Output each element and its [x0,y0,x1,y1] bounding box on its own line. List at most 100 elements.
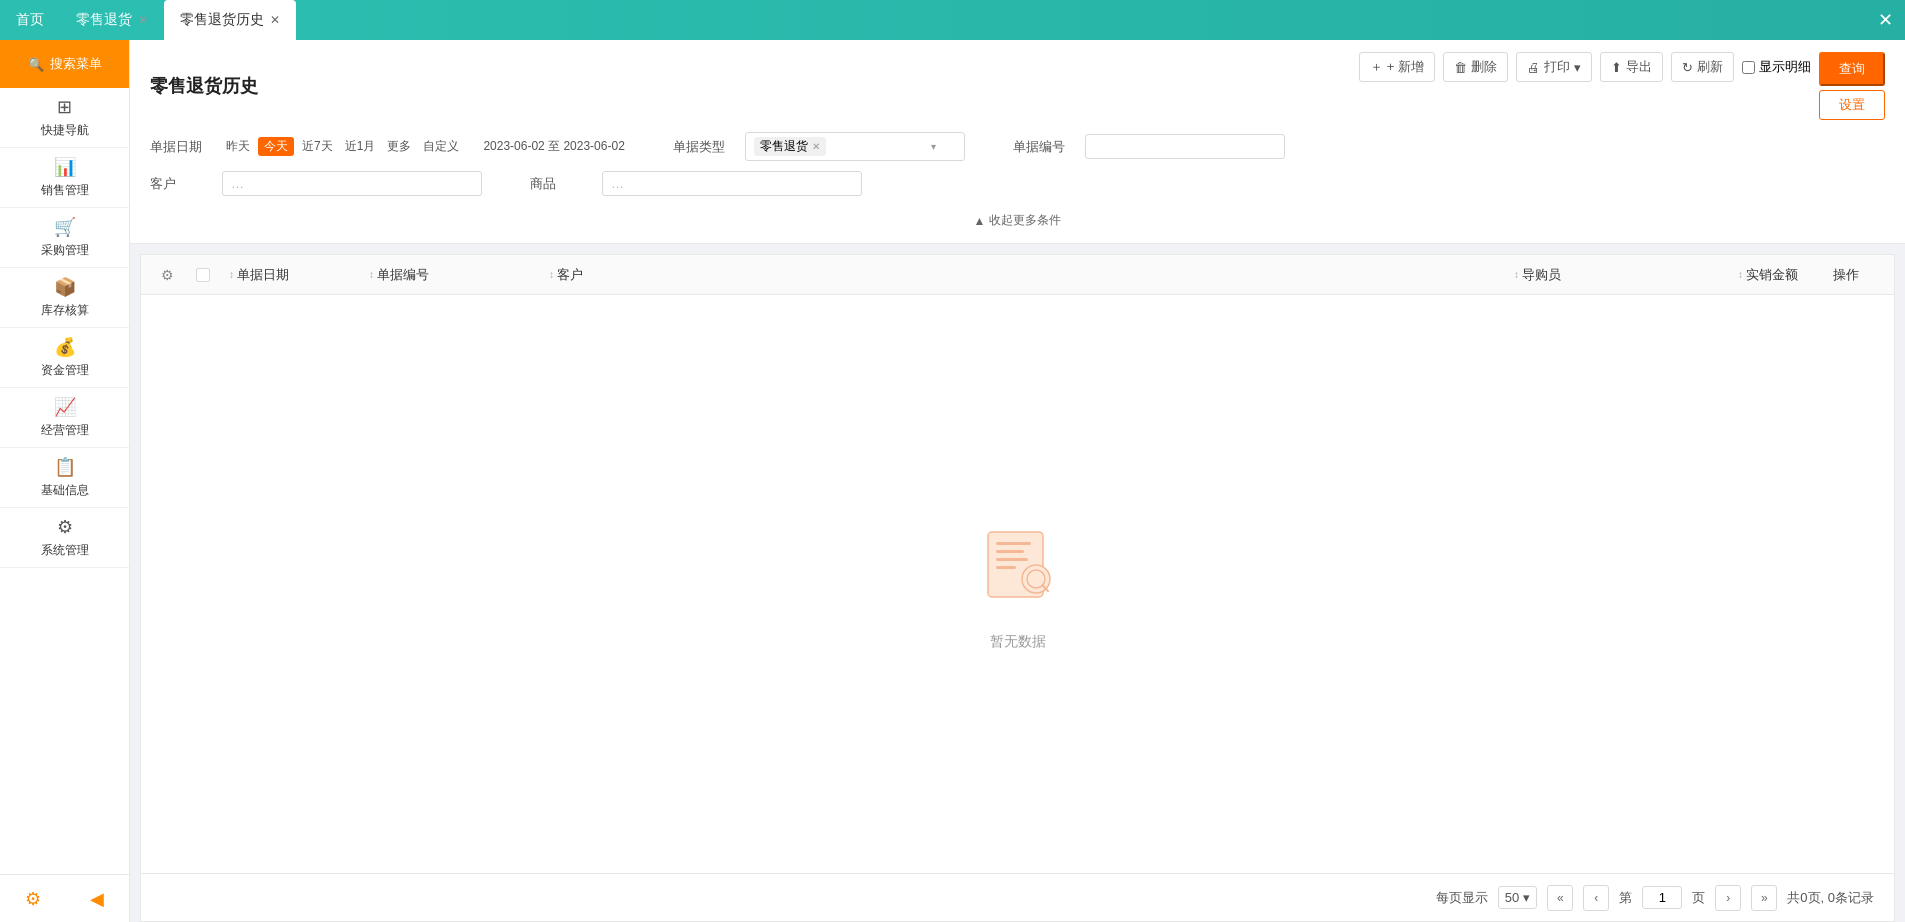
export-icon: ⬆ [1611,60,1622,75]
col-header-num[interactable]: ↕ 单据编号 [361,266,541,284]
tab-list: 首页 零售退货 ✕ 零售退货历史 ✕ [0,0,1865,40]
doc-num-input[interactable] [1085,134,1285,159]
collapse-row: ▲ 收起更多条件 [150,206,1885,243]
sidebar: 🔍 搜索菜单 ⊞ 快捷导航 📊 销售管理 🛒 采购管理 📦 库存核算 💰 [0,40,130,922]
next-page-icon: › [1726,891,1730,905]
sidebar-item-quick-nav[interactable]: ⊞ 快捷导航 [0,88,129,148]
sidebar-item-finance-mgmt[interactable]: 💰 资金管理 [0,328,129,388]
date-opt-custom[interactable]: 自定义 [419,137,463,156]
sidebar-item-sales-mgmt[interactable]: 📊 销售管理 [0,148,129,208]
total-info: 共0页, 0条记录 [1787,889,1874,907]
goods-filter-select[interactable]: … [602,171,862,196]
page-title: 零售退货历史 [150,74,258,98]
delete-icon: 🗑 [1454,60,1467,75]
page-title-row: 零售退货历史 ＋ + 新增 🗑 删除 🖨 打印 [150,52,1885,120]
sort-guide-icon: ↕ [1514,269,1519,280]
date-opt-7days[interactable]: 近7天 [298,137,337,156]
select-all-checkbox[interactable] [196,268,210,282]
main-layout: 🔍 搜索菜单 ⊞ 快捷导航 📊 销售管理 🛒 采购管理 📦 库存核算 💰 [0,40,1905,922]
table-header: ⚙ ↕ 单据日期 ↕ 单据编号 ↕ 客户 ↕ 导购员 [141,255,1894,295]
sidebar-item-base-info[interactable]: 📋 基础信息 [0,448,129,508]
inventory-icon: 📦 [54,276,76,298]
svg-rect-1 [996,542,1031,545]
filter-area: 单据日期 昨天 今天 近7天 近1月 更多 自定义 2023-06-02 至 2… [150,132,1885,243]
base-info-icon: 📋 [54,456,76,478]
sidebar-item-finance-label: 资金管理 [41,362,89,379]
col-num-label: 单据编号 [377,266,429,284]
tab-retail-return-history-close[interactable]: ✕ [270,13,280,27]
sidebar-item-inventory-label: 库存核算 [41,302,89,319]
svg-rect-3 [996,558,1028,561]
tab-retail-return-close[interactable]: ✕ [138,13,148,27]
sort-customer-icon: ↕ [549,269,554,280]
sidebar-bottom: ⚙ ◀ [0,874,129,922]
page-header: 零售退货历史 ＋ + 新增 🗑 删除 🖨 打印 [130,40,1905,244]
delete-button[interactable]: 🗑 删除 [1443,52,1508,82]
show-detail-checkbox[interactable] [1742,61,1755,74]
prev-page-button[interactable]: ‹ [1583,885,1609,911]
search-icon: 🔍 [28,57,44,72]
page-size-select[interactable]: 50 ▾ [1498,886,1537,909]
type-tag-close[interactable]: ✕ [812,141,820,152]
svg-rect-2 [996,550,1024,553]
refresh-button[interactable]: ↻ 刷新 [1671,52,1734,82]
filter-row-2: 客户 … 商品 … [150,171,1885,196]
col-guide-label: 导购员 [1522,266,1561,284]
finance-icon: 💰 [54,336,76,358]
tab-retail-return-history-label: 零售退货历史 [180,11,264,29]
collapse-button[interactable]: ▲ 收起更多条件 [966,208,1070,233]
print-button[interactable]: 🖨 打印 ▾ [1516,52,1592,82]
collapse-up-icon: ▲ [974,214,986,228]
sidebar-item-sys-label: 系统管理 [41,542,89,559]
show-detail-label: 显示明细 [1759,58,1811,76]
quick-nav-icon: ⊞ [57,96,72,118]
next-page-button[interactable]: › [1715,885,1741,911]
sidebar-search[interactable]: 🔍 搜索菜单 [0,40,129,88]
tab-home-label: 首页 [16,11,44,29]
col-header-guide[interactable]: ↕ 导购员 [1506,266,1656,284]
window-close-button[interactable]: ✕ [1865,0,1905,40]
export-button[interactable]: ⬆ 导出 [1600,52,1663,82]
sys-icon: ⚙ [57,516,73,538]
print-arrow-icon: ▾ [1574,60,1581,75]
first-page-button[interactable]: « [1547,885,1573,911]
tab-retail-return-label: 零售退货 [76,11,132,29]
col-header-date[interactable]: ↕ 单据日期 [221,266,361,284]
page-number-input[interactable] [1642,886,1682,909]
col-customer-label: 客户 [557,266,583,284]
col-header-customer[interactable]: ↕ 客户 [541,266,1506,284]
last-page-button[interactable]: » [1751,885,1777,911]
table-wrapper: ⚙ ↕ 单据日期 ↕ 单据编号 ↕ 客户 ↕ 导购员 [140,254,1895,922]
query-button[interactable]: 查询 [1819,52,1885,86]
sales-icon: 📊 [54,156,76,178]
date-opt-1month[interactable]: 近1月 [341,137,380,156]
goods-filter-label: 商品 [530,175,586,193]
table-select-all[interactable] [185,268,221,282]
customer-filter-select[interactable]: … [222,171,482,196]
page-input-prefix: 第 [1619,889,1632,907]
page-size-arrow: ▾ [1523,890,1530,905]
date-opt-more[interactable]: 更多 [383,137,415,156]
tab-retail-return[interactable]: 零售退货 ✕ [60,0,164,40]
date-opt-today[interactable]: 今天 [258,137,294,156]
col-header-amount[interactable]: ↕ 实销金额 [1656,266,1806,284]
sidebar-item-ops-mgmt[interactable]: 📈 经营管理 [0,388,129,448]
table-settings-icon[interactable]: ⚙ [149,267,185,283]
date-opt-yesterday[interactable]: 昨天 [222,137,254,156]
new-button[interactable]: ＋ + 新增 [1359,52,1435,82]
sidebar-collapse-button[interactable]: ◀ [90,888,104,910]
tab-home[interactable]: 首页 [0,0,60,40]
sidebar-item-purchase-mgmt[interactable]: 🛒 采购管理 [0,208,129,268]
sidebar-settings-button[interactable]: ⚙ [25,888,41,910]
export-label: 导出 [1626,58,1652,76]
sidebar-item-sys-mgmt[interactable]: ⚙ 系统管理 [0,508,129,568]
sidebar-search-label: 搜索菜单 [50,55,102,73]
customer-filter-label: 客户 [150,175,206,193]
sort-amount-icon: ↕ [1738,269,1743,280]
type-filter-select[interactable]: 零售退货 ✕ ▾ [745,132,965,161]
tab-retail-return-history[interactable]: 零售退货历史 ✕ [164,0,296,40]
sidebar-item-base-label: 基础信息 [41,482,89,499]
show-detail-checkbox-label[interactable]: 显示明细 [1742,58,1811,76]
sidebar-item-inventory[interactable]: 📦 库存核算 [0,268,129,328]
setting-button[interactable]: 设置 [1819,90,1885,120]
